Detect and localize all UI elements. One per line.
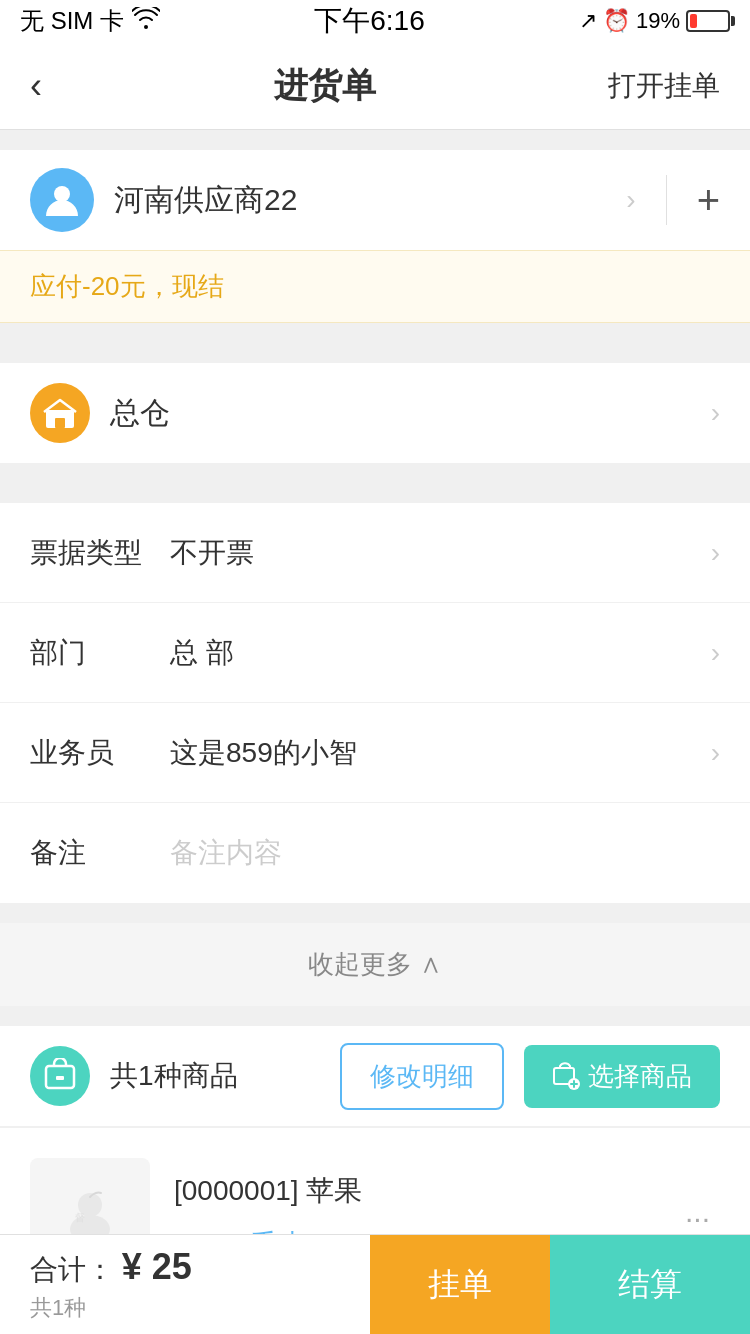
total-main: 合计： ¥ 25 bbox=[30, 1246, 340, 1289]
warehouse-section[interactable]: 总仓 › bbox=[0, 363, 750, 463]
back-button[interactable]: ‹ bbox=[30, 65, 42, 107]
status-bar: 无 SIM 卡 下午6:16 ↗ ⏰ 19% bbox=[0, 0, 750, 42]
select-product-button[interactable]: 选择商品 bbox=[524, 1045, 720, 1108]
svg-text:督: 督 bbox=[75, 1212, 85, 1223]
remark-input[interactable]: 备注内容 bbox=[150, 834, 720, 872]
svg-rect-4 bbox=[56, 1076, 64, 1080]
product-title: 苹果 bbox=[306, 1175, 362, 1206]
bottom-bar: 合计： ¥ 25 共1种 挂单 结算 bbox=[0, 1234, 750, 1334]
invoice-row[interactable]: 票据类型 不开票 › bbox=[0, 503, 750, 603]
warehouse-name: 总仓 bbox=[110, 393, 711, 434]
supplier-arrow-icon: › bbox=[626, 184, 635, 216]
sales-arrow-icon: › bbox=[711, 737, 720, 769]
product-name: [0000001] 苹果 bbox=[174, 1172, 675, 1210]
total-section: 合计： ¥ 25 共1种 bbox=[0, 1246, 370, 1323]
collapse-button[interactable]: 收起更多 ∧ bbox=[0, 923, 750, 1006]
total-label: 合计： bbox=[30, 1254, 114, 1285]
nav-bar: ‹ 进货单 打开挂单 bbox=[0, 42, 750, 130]
product-count-icon bbox=[30, 1046, 90, 1106]
add-supplier-button[interactable]: + bbox=[697, 178, 720, 223]
total-amount: ¥ 25 bbox=[122, 1246, 192, 1287]
department-row[interactable]: 部门 总 部 › bbox=[0, 603, 750, 703]
gap-3 bbox=[0, 463, 750, 483]
pending-button[interactable]: 挂单 bbox=[370, 1235, 550, 1335]
select-product-label: 选择商品 bbox=[588, 1059, 692, 1094]
svg-rect-2 bbox=[55, 418, 65, 428]
modify-detail-button[interactable]: 修改明细 bbox=[340, 1043, 504, 1110]
invoice-label: 票据类型 bbox=[30, 534, 150, 572]
battery-percent: 19% bbox=[636, 8, 680, 34]
sales-label: 业务员 bbox=[30, 734, 150, 772]
form-section: 票据类型 不开票 › 部门 总 部 › 业务员 这是859的小智 › 备注 备注… bbox=[0, 503, 750, 903]
open-pending-button[interactable]: 打开挂单 bbox=[608, 67, 720, 105]
sales-row[interactable]: 业务员 这是859的小智 › bbox=[0, 703, 750, 803]
info-banner: 应付-20元，现结 bbox=[0, 250, 750, 323]
remark-row[interactable]: 备注 备注内容 bbox=[0, 803, 750, 903]
carrier-text: 无 SIM 卡 bbox=[20, 5, 124, 37]
department-arrow-icon: › bbox=[711, 637, 720, 669]
status-time: 下午6:16 bbox=[314, 2, 425, 40]
warehouse-arrow-icon: › bbox=[711, 397, 720, 429]
department-label: 部门 bbox=[30, 634, 150, 672]
warehouse-icon bbox=[30, 383, 90, 443]
invoice-value: 不开票 bbox=[150, 534, 711, 572]
wifi-icon bbox=[132, 7, 160, 35]
supplier-name: 河南供应商22 bbox=[114, 180, 626, 221]
alarm-icon: ⏰ bbox=[603, 8, 630, 34]
gap-1 bbox=[0, 130, 750, 150]
location-icon: ↗ bbox=[579, 8, 597, 34]
battery-icon bbox=[686, 10, 730, 32]
status-left: 无 SIM 卡 bbox=[20, 5, 160, 37]
page-title: 进货单 bbox=[274, 63, 376, 109]
products-header: 共1种商品 修改明细 选择商品 bbox=[0, 1026, 750, 1126]
checkout-button[interactable]: 结算 bbox=[550, 1235, 750, 1335]
status-right: ↗ ⏰ 19% bbox=[579, 8, 730, 34]
product-code: [0000001] bbox=[174, 1175, 299, 1206]
supplier-divider bbox=[666, 175, 667, 225]
supplier-avatar bbox=[30, 168, 94, 232]
gap-2 bbox=[0, 323, 750, 343]
sales-value: 这是859的小智 bbox=[150, 734, 711, 772]
product-count-text: 共1种商品 bbox=[110, 1057, 340, 1095]
svg-point-0 bbox=[54, 186, 70, 202]
department-value: 总 部 bbox=[150, 634, 711, 672]
remark-label: 备注 bbox=[30, 834, 150, 872]
total-count: 共1种 bbox=[30, 1293, 340, 1323]
supplier-section[interactable]: 河南供应商22 › + bbox=[0, 150, 750, 250]
invoice-arrow-icon: › bbox=[711, 537, 720, 569]
